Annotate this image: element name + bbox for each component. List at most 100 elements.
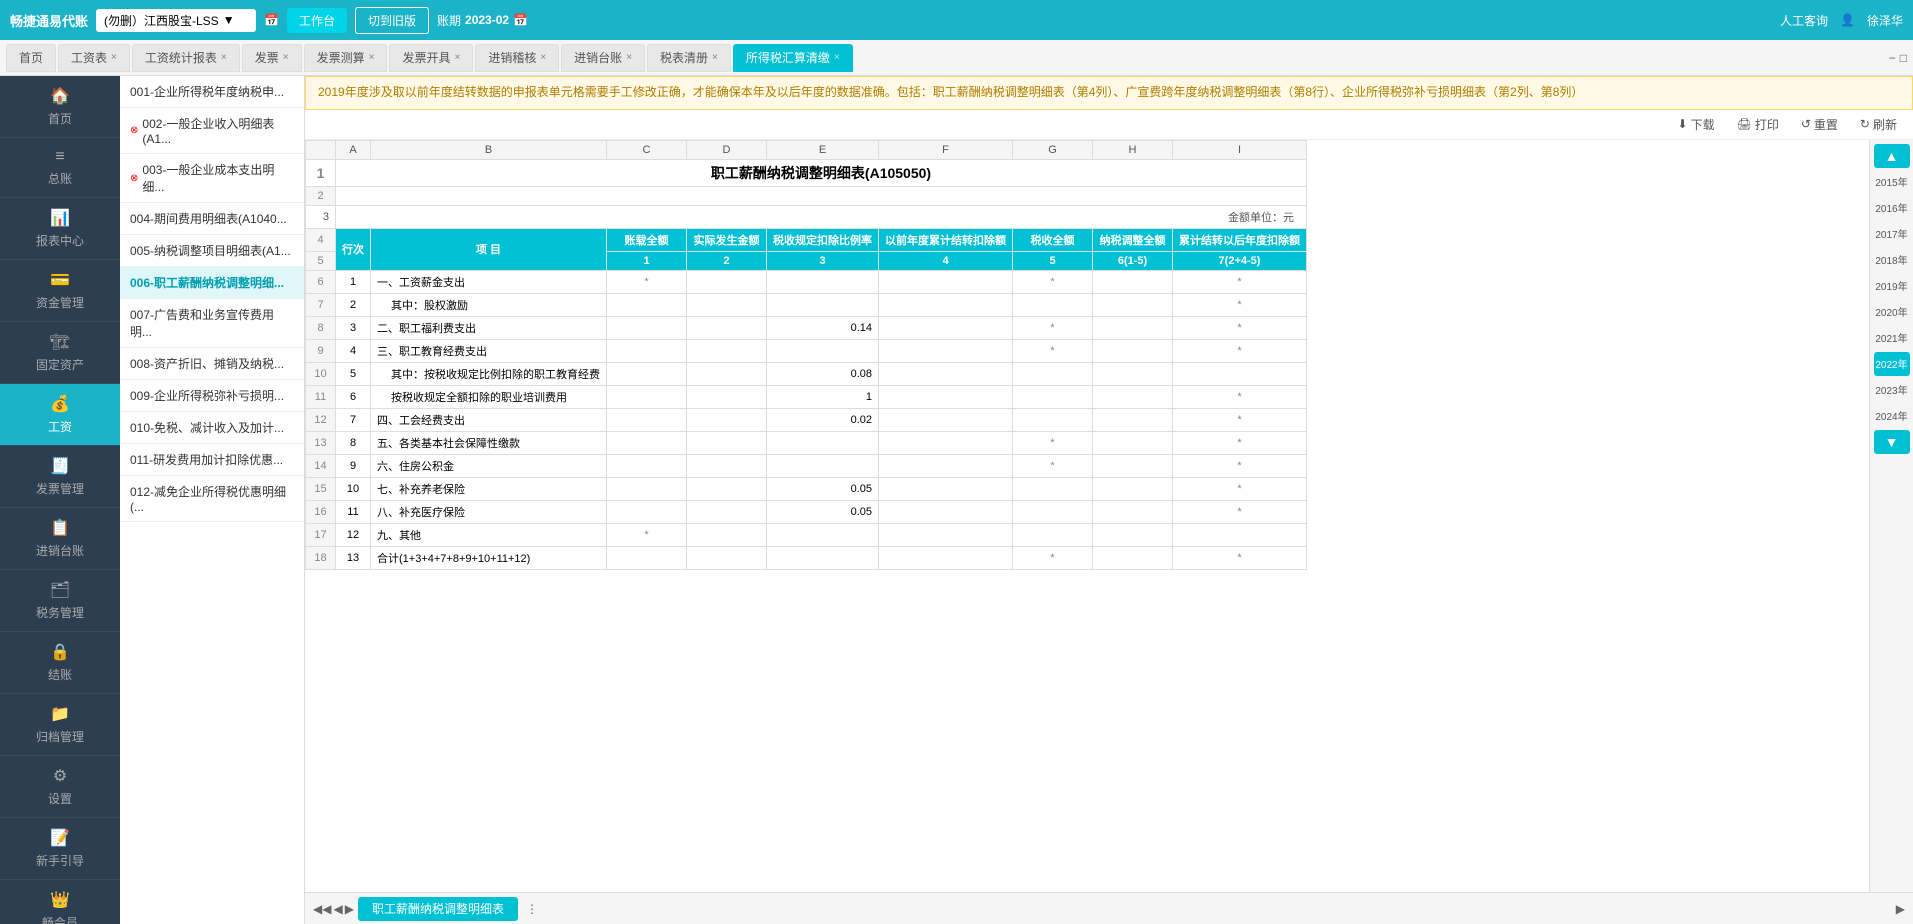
form-item-003[interactable]: ⊗ 003-一般企业成本支出明细... [120, 154, 304, 203]
tab-sales-ledger-close[interactable]: × [626, 52, 632, 63]
sidebar-vip-label: 畅会员 [42, 914, 78, 924]
form-item-006[interactable]: 006-职工薪酬纳税调整明细... [120, 267, 304, 299]
tab-sales-check-close[interactable]: × [540, 52, 546, 63]
form-item-011[interactable]: 011-研发费用加计扣除优惠... [120, 444, 304, 476]
refresh-button[interactable]: ↻ 刷新 [1854, 114, 1903, 135]
tab-payroll-stats-close[interactable]: × [221, 52, 227, 63]
col-i-header: I [1173, 140, 1307, 159]
main-layout: 🏠 首页 ≡ 总账 📊 报表中心 💳 资金管理 🏗 固定资产 💰 工资 🧾 发票… [0, 76, 1913, 924]
tab-home-label: 首页 [19, 49, 43, 66]
tab-invoice-issue[interactable]: 发票开具 × [389, 44, 473, 72]
sheet-options-icon[interactable]: ⋮ [526, 902, 538, 916]
year-2024[interactable]: 2024年 [1874, 404, 1910, 428]
top-bar-right: 人工客询 👤 徐泽华 [1780, 12, 1903, 29]
year-2020[interactable]: 2020年 [1874, 300, 1910, 324]
sidebar-home-label: 首页 [48, 110, 72, 127]
tab-invoice[interactable]: 发票 × [242, 44, 302, 72]
form-item-005[interactable]: 005-纳税调整项目明细表(A1... [120, 235, 304, 267]
year-2018[interactable]: 2018年 [1874, 248, 1910, 272]
archive-icon: 📁 [50, 704, 70, 724]
tab-sales-check[interactable]: 进销稽核 × [475, 44, 559, 72]
tab-home[interactable]: 首页 [6, 44, 56, 72]
sub-header-7: 7(2+4-5) [1173, 251, 1307, 270]
form-005-label: 005-纳税调整项目明细表(A1... [130, 242, 291, 259]
form-003-error-icon: ⊗ [130, 173, 138, 184]
form-item-012[interactable]: 012-减免企业所得税优惠明细(... [120, 476, 304, 522]
col-h-header: H [1093, 140, 1173, 159]
scroll-left-start-icon[interactable]: ◀◀ [313, 902, 331, 916]
sidebar-item-settings[interactable]: ⚙ 设置 [0, 756, 120, 818]
form-item-004[interactable]: 004-期间费用明细表(A1040... [120, 203, 304, 235]
row-num-header [306, 140, 336, 159]
tab-invoice-calc-close[interactable]: × [369, 52, 375, 63]
row-3-num: 3 [306, 205, 336, 228]
form-item-007[interactable]: 007-广告费和业务宣传费用明... [120, 299, 304, 348]
header-item: 项 目 [371, 228, 607, 270]
tab-sales-ledger[interactable]: 进销台账 × [561, 44, 645, 72]
sidebar-item-fixed-assets[interactable]: 🏗 固定资产 [0, 322, 120, 384]
year-2015[interactable]: 2015年 [1874, 170, 1910, 194]
reset-icon: ↺ [1801, 117, 1811, 131]
print-button[interactable]: 🖨 打印 [1731, 114, 1785, 135]
form-item-008[interactable]: 008-资产折旧、摊销及纳税... [120, 348, 304, 380]
sales-ledger-icon: 📋 [50, 518, 70, 538]
sidebar-item-asset-mgmt[interactable]: 💳 资金管理 [0, 260, 120, 322]
company-name: (勿删）江西股宝-LSS [104, 12, 219, 29]
tab-payroll-stats[interactable]: 工资统计报表 × [132, 44, 240, 72]
year-2017[interactable]: 2017年 [1874, 222, 1910, 246]
scroll-right-icon[interactable]: ▶ [345, 902, 354, 916]
tab-income-tax-close[interactable]: × [834, 52, 840, 63]
year-2022[interactable]: 2022年 [1874, 352, 1910, 376]
form-item-002[interactable]: ⊗ 002-一般企业收入明细表(A1... [120, 108, 304, 154]
year-scroll-up[interactable]: ▲ [1874, 144, 1910, 168]
period-calendar-icon[interactable]: 📅 [513, 13, 528, 27]
sidebar-item-report-center[interactable]: 📊 报表中心 [0, 198, 120, 260]
company-selector[interactable]: (勿删）江西股宝-LSS ▼ [96, 9, 256, 32]
download-button[interactable]: ⬇ 下载 [1672, 114, 1721, 135]
tab-invoice-issue-close[interactable]: × [454, 52, 460, 63]
form-item-009[interactable]: 009-企业所得税弥补亏损明... [120, 380, 304, 412]
sidebar-item-archive[interactable]: 📁 归档管理 [0, 694, 120, 756]
form-012-label: 012-减免企业所得税优惠明细(... [130, 483, 294, 514]
sidebar-item-sales-ledger[interactable]: 📋 进销台账 [0, 508, 120, 570]
year-2021[interactable]: 2021年 [1874, 326, 1910, 350]
sidebar-item-closing[interactable]: 🔒 结账 [0, 632, 120, 694]
sidebar-item-home[interactable]: 🏠 首页 [0, 76, 120, 138]
year-scroll-down[interactable]: ▼ [1874, 430, 1910, 454]
support-btn[interactable]: 人工客询 [1780, 12, 1828, 29]
sidebar-item-payroll[interactable]: 💰 工资 [0, 384, 120, 446]
tab-collapse-icon[interactable]: − [1889, 51, 1896, 65]
tab-invoice-calc[interactable]: 发票测算 × [304, 44, 388, 72]
form-009-label: 009-企业所得税弥补亏损明... [130, 387, 284, 404]
year-2019[interactable]: 2019年 [1874, 274, 1910, 298]
year-2023[interactable]: 2023年 [1874, 378, 1910, 402]
year-2016[interactable]: 2016年 [1874, 196, 1910, 220]
sidebar-item-tax-mgmt[interactable]: 🗂 税务管理 [0, 570, 120, 632]
header-col4: 以前年度累计结转扣除额 [879, 228, 1013, 251]
sidebar-item-invoice-mgmt[interactable]: 🧾 发票管理 [0, 446, 120, 508]
sheet-tab-payroll[interactable]: 职工薪酬纳税调整明细表 [358, 897, 518, 921]
spreadsheet-container: A B C D E F G H I [305, 140, 1913, 892]
tab-tax-forms-close[interactable]: × [712, 52, 718, 63]
scroll-right-end-icon[interactable]: ▶ [1896, 902, 1905, 916]
tab-tax-forms[interactable]: 税表清册 × [647, 44, 731, 72]
workspace-button[interactable]: 工作台 [287, 8, 347, 33]
refresh-label: 刷新 [1873, 116, 1897, 133]
scroll-left-icon[interactable]: ◀ [333, 902, 342, 916]
tab-payroll[interactable]: 工资表 × [58, 44, 130, 72]
tab-expand-icon[interactable]: □ [1900, 51, 1907, 65]
calendar-icon[interactable]: 📅 [264, 13, 279, 27]
form-item-001[interactable]: 001-企业所得税年度纳税申... [120, 76, 304, 108]
col-e-header: E [767, 140, 879, 159]
sidebar-item-vip[interactable]: 👑 畅会员 [0, 880, 120, 924]
spreadsheet-main[interactable]: A B C D E F G H I [305, 140, 1869, 892]
reset-button[interactable]: ↺ 重置 [1795, 114, 1844, 135]
tab-income-tax[interactable]: 所得税汇算清缴 × [733, 44, 853, 72]
sidebar-item-new-guide[interactable]: 📝 新手引导 [0, 818, 120, 880]
switch-old-button[interactable]: 切到旧版 [355, 7, 429, 34]
sidebar-item-general-ledger[interactable]: ≡ 总账 [0, 138, 120, 198]
form-item-010[interactable]: 010-免税、减计收入及加计... [120, 412, 304, 444]
tab-payroll-close[interactable]: × [111, 52, 117, 63]
tab-invoice-close[interactable]: × [283, 52, 289, 63]
header-col2: 实际发生金额 [687, 228, 767, 251]
